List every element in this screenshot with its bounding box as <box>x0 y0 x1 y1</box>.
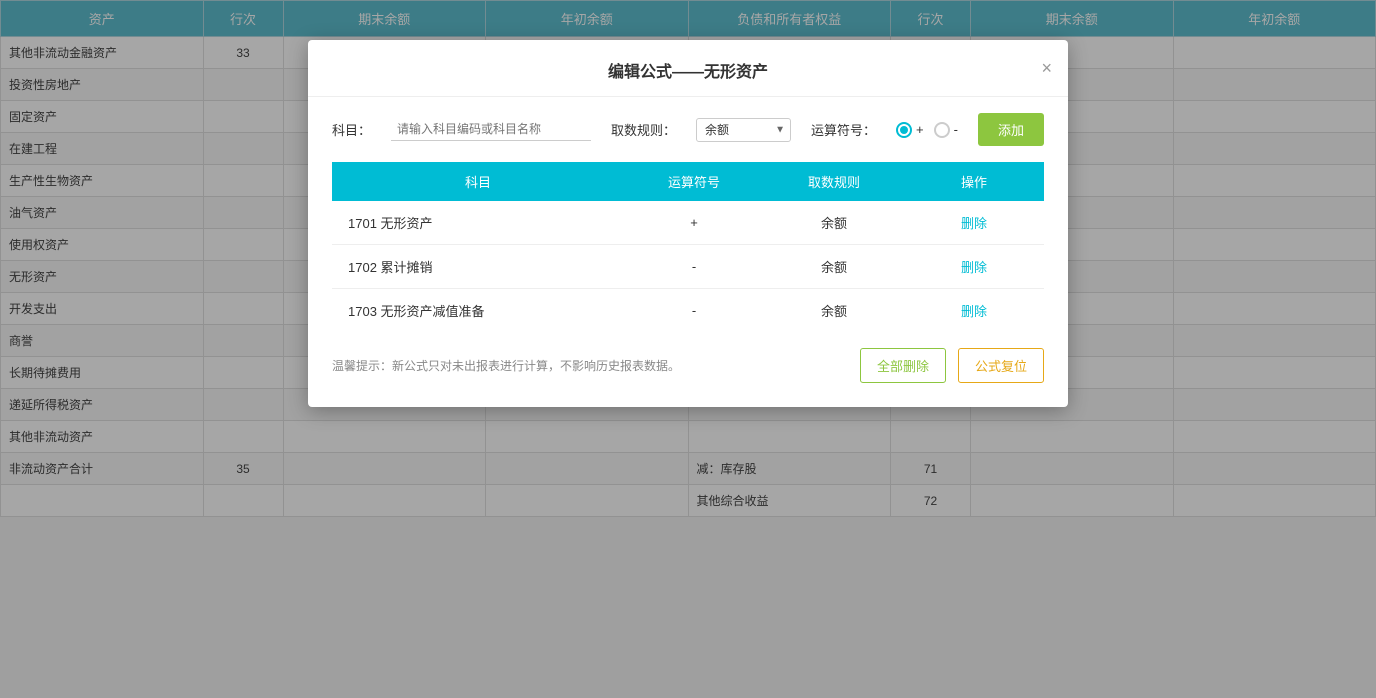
formula-subject: 1703 无形资产减值准备 <box>332 289 624 333</box>
radio-plus-label: + <box>916 122 924 137</box>
radio-minus-label: - <box>954 122 958 137</box>
radio-minus[interactable]: - <box>934 122 958 138</box>
formula-row: 1703 无形资产减值准备 - 余额 删除 <box>332 289 1044 333</box>
formula-row: 1701 无形资产 + 余额 删除 <box>332 201 1044 245</box>
rule-select-wrap: 余额 借方 贷方 借方发生额 贷方发生额 ▼ <box>696 118 791 142</box>
hint-text: 温馨提示：新公式只对未出报表进行计算，不影响历史报表数据。 <box>332 357 680 374</box>
edit-formula-modal: 编辑公式——无形资产 × 科目： 取数规则： 余额 借方 贷方 借方发生额 贷方… <box>308 40 1068 407</box>
delete-row-button[interactable]: 删除 <box>961 216 987 231</box>
formula-rule: 余额 <box>764 201 904 245</box>
formula-table: 科目 运算符号 取数规则 操作 1701 无形资产 + 余额 删除 1702 累… <box>332 162 1044 332</box>
radio-plus[interactable]: + <box>896 122 924 138</box>
subject-input[interactable] <box>391 118 591 141</box>
modal-overlay: 编辑公式——无形资产 × 科目： 取数规则： 余额 借方 贷方 借方发生额 贷方… <box>0 0 1376 698</box>
th-rule: 取数规则 <box>764 162 904 201</box>
th-subject: 科目 <box>332 162 624 201</box>
add-button[interactable]: 添加 <box>978 113 1044 146</box>
operator-radio-group: + - <box>896 122 958 138</box>
radio-plus-circle <box>896 122 912 138</box>
formula-subject: 1702 累计摊销 <box>332 245 624 289</box>
formula-row: 1702 累计摊销 - 余额 删除 <box>332 245 1044 289</box>
formula-operator: - <box>624 245 764 289</box>
data-table-wrap: 科目 运算符号 取数规则 操作 1701 无形资产 + 余额 删除 1702 累… <box>308 162 1068 332</box>
delete-row-button[interactable]: 删除 <box>961 260 987 275</box>
th-action: 操作 <box>904 162 1044 201</box>
radio-minus-circle <box>934 122 950 138</box>
formula-operator: - <box>624 289 764 333</box>
formula-rule: 余额 <box>764 289 904 333</box>
subject-label: 科目： <box>332 120 371 139</box>
rule-select[interactable]: 余额 借方 贷方 借方发生额 贷方发生额 <box>696 118 791 142</box>
formula-rule: 余额 <box>764 245 904 289</box>
footer-buttons: 全部删除 公式复位 <box>860 348 1044 383</box>
modal-footer: 温馨提示：新公式只对未出报表进行计算，不影响历史报表数据。 全部删除 公式复位 <box>308 332 1068 383</box>
modal-title: 编辑公式——无形资产 <box>608 58 768 82</box>
operator-label: 运算符号： <box>811 120 876 139</box>
form-row: 科目： 取数规则： 余额 借方 贷方 借方发生额 贷方发生额 ▼ 运算符号： <box>308 97 1068 162</box>
formula-action: 删除 <box>904 201 1044 245</box>
radio-plus-inner <box>900 126 908 134</box>
th-operator: 运算符号 <box>624 162 764 201</box>
delete-all-button[interactable]: 全部删除 <box>860 348 946 383</box>
formula-action: 删除 <box>904 245 1044 289</box>
formula-subject: 1701 无形资产 <box>332 201 624 245</box>
formula-operator: + <box>624 201 764 245</box>
modal-header: 编辑公式——无形资产 × <box>308 40 1068 97</box>
close-button[interactable]: × <box>1041 59 1052 77</box>
rule-label: 取数规则： <box>611 120 676 139</box>
delete-row-button[interactable]: 删除 <box>961 304 987 319</box>
reset-formula-button[interactable]: 公式复位 <box>958 348 1044 383</box>
formula-action: 删除 <box>904 289 1044 333</box>
